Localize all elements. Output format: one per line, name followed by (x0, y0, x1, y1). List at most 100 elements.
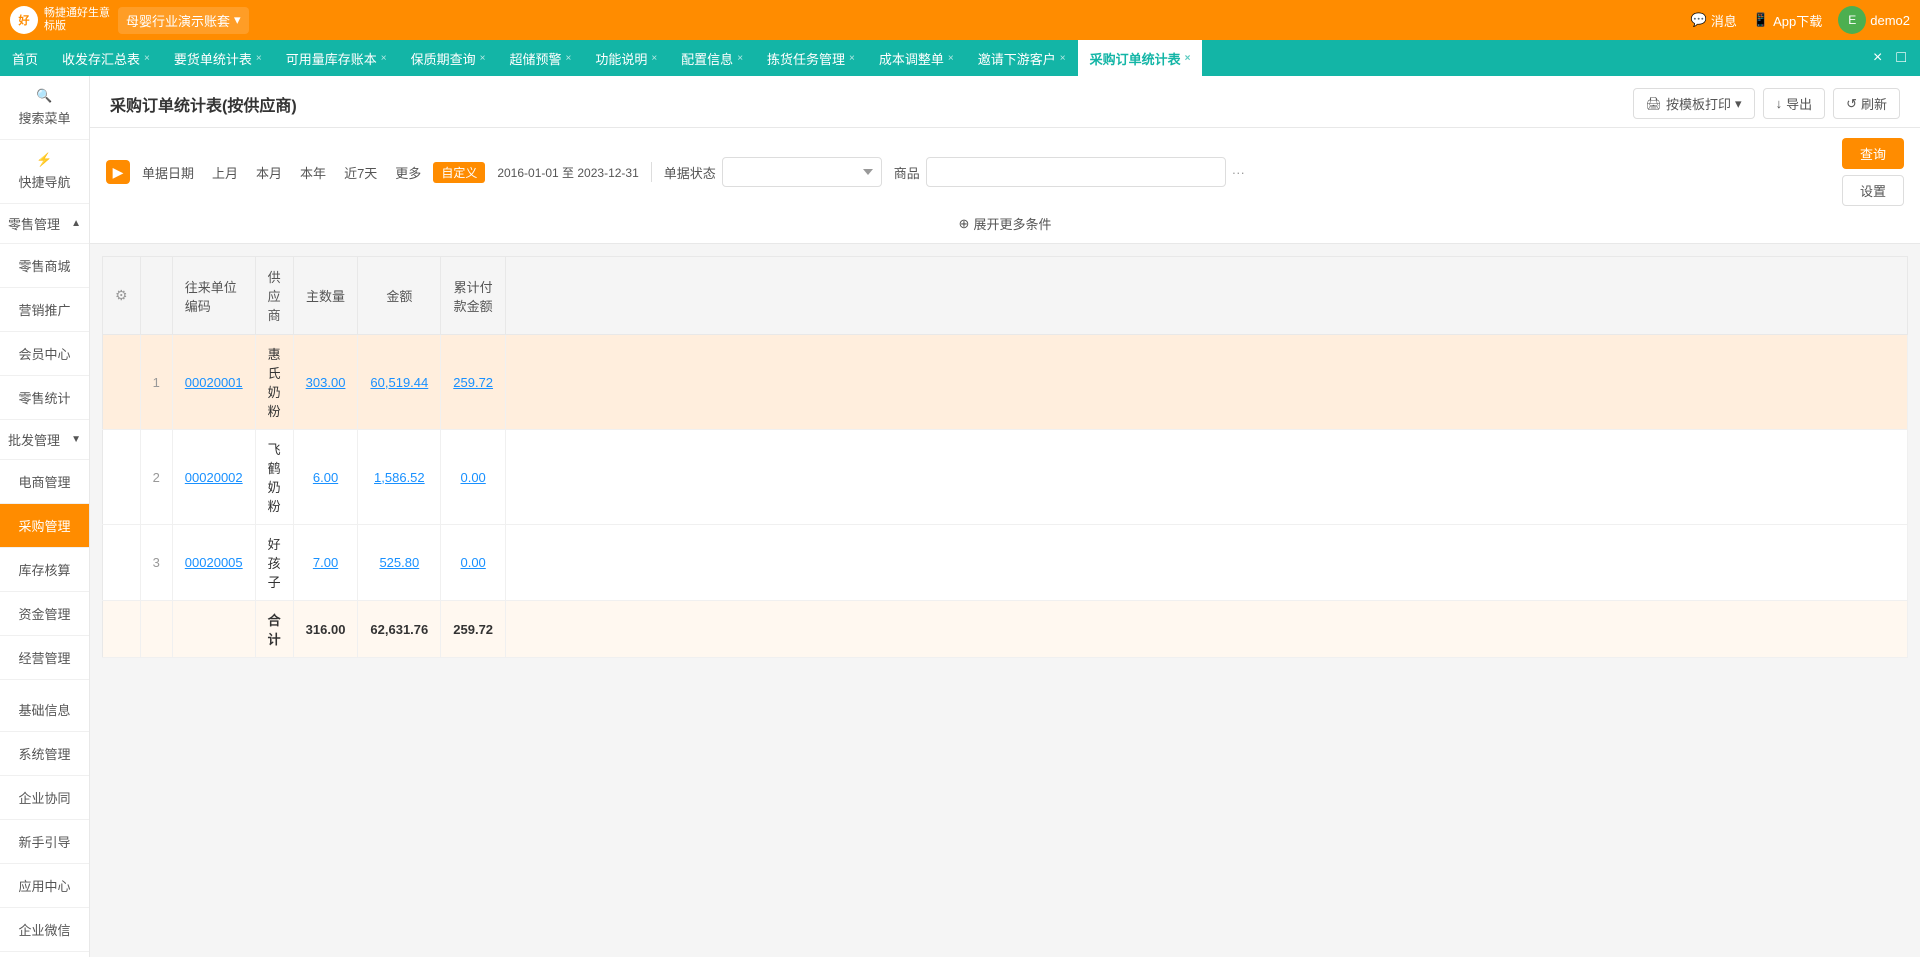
sidebar-item-stock[interactable]: 库存核算 (0, 548, 89, 592)
status-select[interactable] (722, 157, 882, 187)
close-icon[interactable]: × (737, 53, 743, 64)
nav-close-btn[interactable]: × (1867, 45, 1888, 71)
tab-config-info[interactable]: 配置信息 × (669, 40, 755, 76)
close-icon[interactable]: × (948, 53, 954, 64)
sidebar-item-ecommerce[interactable]: 电商管理 (0, 460, 89, 504)
expand-more-btn[interactable]: ⊕ 展开更多条件 (959, 214, 1052, 233)
close-icon[interactable]: × (144, 53, 150, 64)
supplier-code-link[interactable]: 00020001 (185, 375, 243, 390)
paid-amount-link[interactable]: 0.00 (460, 555, 485, 570)
tab-goods-stats[interactable]: 要货单统计表 × (162, 40, 274, 76)
sidebar-item-purchase[interactable]: 采购管理 (0, 504, 89, 548)
close-icon[interactable]: × (256, 53, 262, 64)
sidebar-item-quick-nav[interactable]: ⚡ 快捷导航 (0, 140, 89, 204)
settings-button[interactable]: 设置 (1842, 175, 1904, 206)
row-extra (506, 335, 1908, 430)
refresh-button[interactable]: ↺ 刷新 (1833, 88, 1900, 119)
close-icon[interactable]: × (1060, 53, 1066, 64)
print-button[interactable]: 🖨 按模板打印 ▾ (1633, 88, 1755, 119)
shortcut-more[interactable]: 更多 (389, 161, 427, 184)
sidebar-item-app-center[interactable]: 应用中心 (0, 864, 89, 908)
sidebar-item-vip[interactable]: 畅会员 (0, 952, 89, 957)
export-button[interactable]: ↓ 导出 (1763, 88, 1826, 119)
user-menu[interactable]: E demo2 (1838, 6, 1910, 34)
sidebar-item-basic-info[interactable]: 基础信息 (0, 688, 89, 732)
gear-icon[interactable]: ⚙ (115, 287, 128, 303)
sidebar-item-new-guide[interactable]: 新手引导 (0, 820, 89, 864)
message-btn[interactable]: 💬 消息 (1691, 11, 1737, 30)
close-icon[interactable]: × (849, 53, 855, 64)
supplier-code-link[interactable]: 00020002 (185, 470, 243, 485)
goods-input[interactable] (926, 157, 1226, 187)
col-amount: 金额 (358, 257, 441, 335)
paid-amount: 259.72 (441, 335, 506, 430)
sidebar-item-enterprise-coop[interactable]: 企业协同 (0, 776, 89, 820)
chevron-down-icon: ⊕ (959, 216, 970, 232)
supplier-code-link[interactable]: 00020005 (185, 555, 243, 570)
row-settings (103, 335, 141, 430)
shortcut-last-month[interactable]: 上月 (206, 161, 244, 184)
paid-amount-link[interactable]: 0.00 (460, 470, 485, 485)
tab-pick-task[interactable]: 拣货任务管理 × (755, 40, 867, 76)
footer-summary-label: 合计 (255, 601, 293, 658)
sidebar-item-marketing[interactable]: 营销推广 (0, 288, 89, 332)
tab-receive-summary[interactable]: 收发存汇总表 × (50, 40, 162, 76)
amount-link[interactable]: 1,586.52 (374, 470, 425, 485)
search-icon: 🔍 (36, 88, 52, 104)
tab-shelf-query[interactable]: 保质期查询 × (399, 40, 498, 76)
shortcut-7days[interactable]: 近7天 (338, 161, 383, 184)
sidebar-item-enterprise-wechat[interactable]: 企业微信 (0, 908, 89, 952)
tab-invite-downstream[interactable]: 邀请下游客户 × (966, 40, 1078, 76)
filter-row: ▶ 单据日期 上月 本月 本年 近7天 更多 自定义 2016-01-01 至 … (106, 138, 1904, 206)
sidebar-item-sys-manage[interactable]: 系统管理 (0, 732, 89, 776)
row-settings (103, 430, 141, 525)
sidebar-item-operations[interactable]: 经营管理 (0, 636, 89, 680)
quick-nav-icon: ⚡ (36, 152, 52, 168)
supplier-name: 飞鹤奶粉 (255, 430, 293, 525)
tab-function-desc[interactable]: 功能说明 × (583, 40, 669, 76)
close-icon[interactable]: × (381, 53, 387, 64)
close-icon[interactable]: × (1185, 53, 1191, 64)
sidebar-item-retail-shop[interactable]: 零售商城 (0, 244, 89, 288)
table-row[interactable]: 2 00020002 飞鹤奶粉 6.00 1,586.52 0.00 (103, 430, 1908, 525)
query-button[interactable]: 查询 (1842, 138, 1904, 169)
sidebar-item-wholesale[interactable]: 批发管理 ▼ (0, 420, 89, 460)
content-area: 采购订单统计表(按供应商) 🖨 按模板打印 ▾ ↓ 导出 ↺ 刷新 (90, 76, 1920, 957)
sidebar-item-search[interactable]: 🔍 搜索菜单 (0, 76, 89, 140)
amount-link[interactable]: 60,519.44 (370, 375, 428, 390)
tab-overstock-warning[interactable]: 超储预警 × (497, 40, 583, 76)
sidebar-item-finance[interactable]: 资金管理 (0, 592, 89, 636)
tab-home[interactable]: 首页 (0, 40, 50, 76)
tab-cost-adjust[interactable]: 成本调整单 × (867, 40, 966, 76)
app-download-btn[interactable]: 📱 App下载 (1753, 11, 1822, 30)
filter-toggle-btn[interactable]: ▶ (106, 160, 130, 184)
logo-icon: 好 (10, 6, 38, 34)
table-row[interactable]: 1 00020001 惠氏奶粉 303.00 60,519.44 259.72 (103, 335, 1908, 430)
quantity-link[interactable]: 303.00 (306, 375, 346, 390)
custom-date-badge[interactable]: 自定义 (433, 162, 485, 183)
tab-purchase-stats[interactable]: 采购订单统计表 × (1078, 40, 1203, 76)
arrow-down-icon: ▼ (71, 434, 81, 445)
nav-expand-btn[interactable]: □ (1890, 45, 1912, 71)
close-icon[interactable]: × (480, 53, 486, 64)
sidebar-item-retail-management[interactable]: 零售管理 ▲ (0, 204, 89, 244)
table-row[interactable]: 3 00020005 好孩子 7.00 525.80 0.00 (103, 525, 1908, 601)
sidebar-item-member-center[interactable]: 会员中心 (0, 332, 89, 376)
arrow-up-icon: ▲ (71, 218, 81, 229)
close-icon[interactable]: × (651, 53, 657, 64)
sidebar-item-retail-stats[interactable]: 零售统计 (0, 376, 89, 420)
shortcut-this-year[interactable]: 本年 (294, 161, 332, 184)
more-icon[interactable]: ··· (1232, 165, 1245, 180)
shortcut-this-month[interactable]: 本月 (250, 161, 288, 184)
amount-link[interactable]: 525.80 (379, 555, 419, 570)
paid-amount-link[interactable]: 259.72 (453, 375, 493, 390)
tab-available-stock[interactable]: 可用量库存账本 × (274, 40, 399, 76)
close-icon[interactable]: × (565, 53, 571, 64)
page-header: 采购订单统计表(按供应商) 🖨 按模板打印 ▾ ↓ 导出 ↺ 刷新 (90, 76, 1920, 128)
quantity-link[interactable]: 7.00 (313, 555, 338, 570)
filter-divider (651, 162, 652, 182)
chevron-down-icon: ▾ (234, 12, 241, 28)
workspace-selector[interactable]: 母婴行业演示账套 ▾ (118, 7, 249, 34)
quantity-link[interactable]: 6.00 (313, 470, 338, 485)
quantity: 7.00 (293, 525, 358, 601)
